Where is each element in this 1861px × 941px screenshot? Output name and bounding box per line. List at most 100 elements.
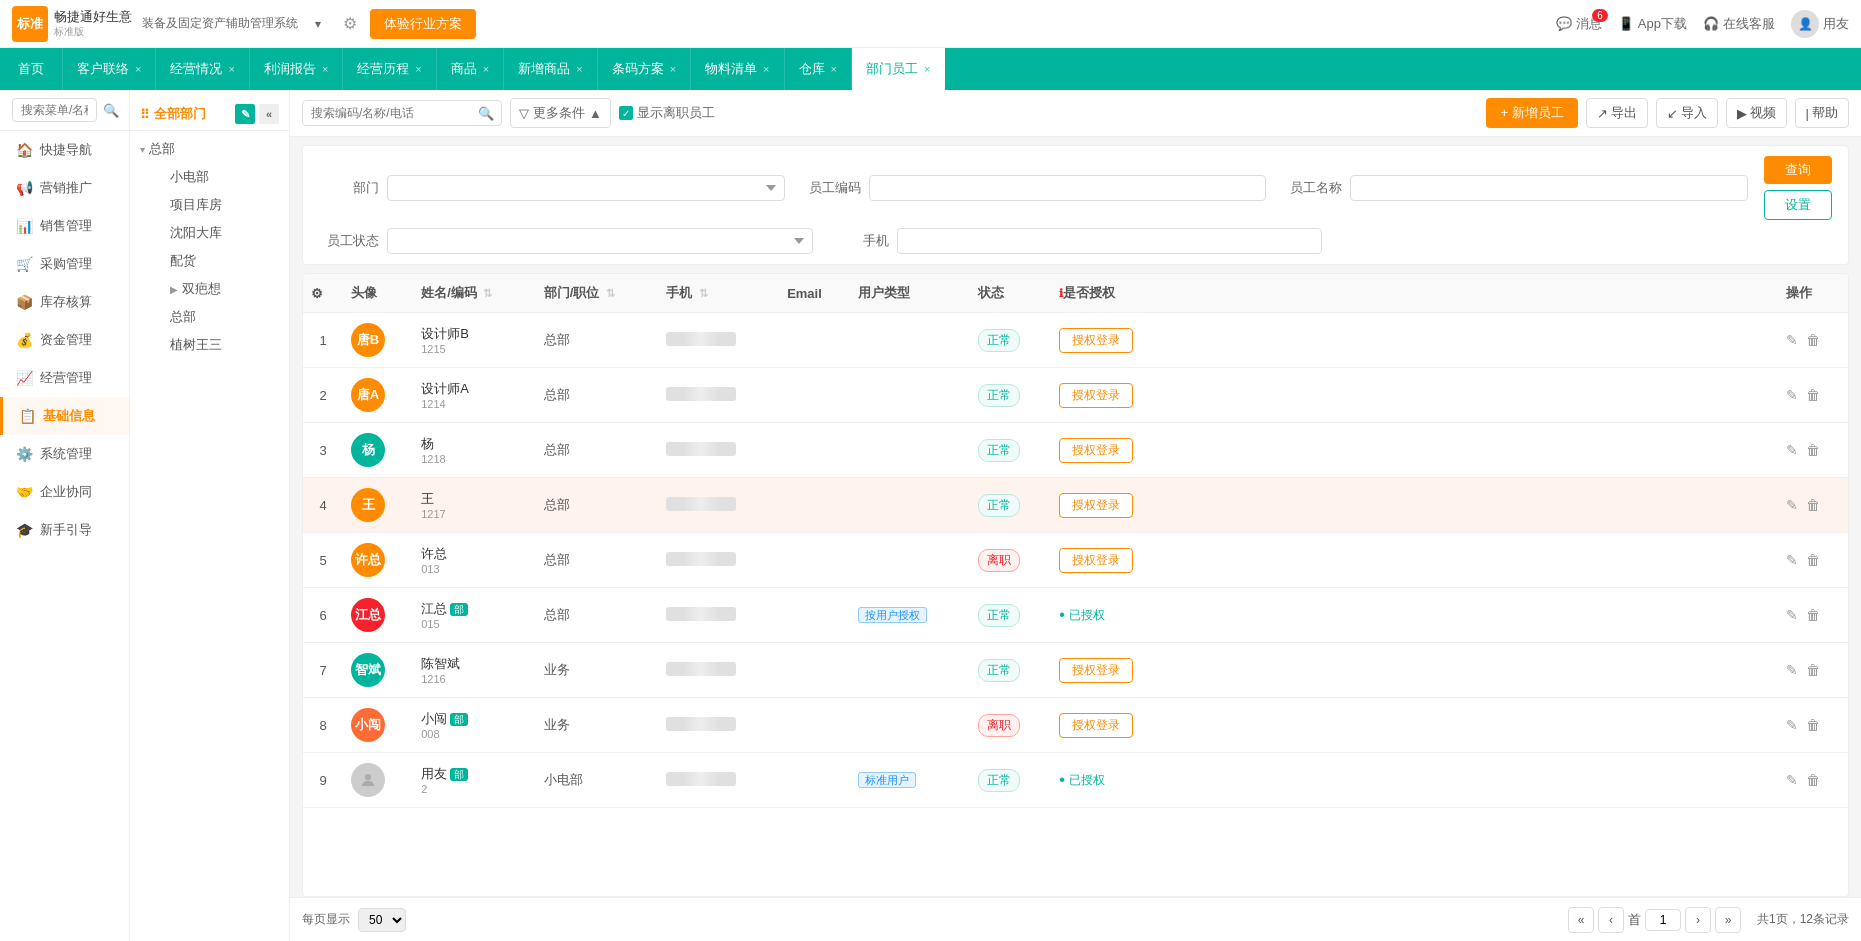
import-button[interactable]: ↙ 导入 xyxy=(1656,98,1718,128)
delete-icon[interactable]: 🗑 xyxy=(1806,607,1820,623)
delete-icon[interactable]: 🗑 xyxy=(1806,772,1820,788)
dropdown-arrow-icon[interactable]: ▾ xyxy=(306,12,330,36)
close-tab-bom[interactable]: × xyxy=(763,63,769,75)
sidebar-item-purchase[interactable]: 🛒 采购管理 xyxy=(0,245,129,283)
dept-node-shenyang[interactable]: 沈阳大库 xyxy=(154,219,289,247)
sidebar-item-system[interactable]: ⚙️ 系统管理 xyxy=(0,435,129,473)
more-filter-btn[interactable]: ▽ 更多条件 ▲ xyxy=(510,98,611,128)
sidebar-item-sales[interactable]: 📊 销售管理 xyxy=(0,207,129,245)
close-tab-customer[interactable]: × xyxy=(135,63,141,75)
close-tab-profit-report[interactable]: × xyxy=(322,63,328,75)
col-settings[interactable]: ⚙ xyxy=(303,274,343,313)
tab-customer[interactable]: 客户联络× xyxy=(63,48,156,90)
sidebar-item-marketing[interactable]: 📢 营销推广 xyxy=(0,169,129,207)
delete-icon[interactable]: 🗑 xyxy=(1806,717,1820,733)
dept-node-project-room[interactable]: 项目库房 xyxy=(154,191,289,219)
sidebar-item-inventory[interactable]: 📦 库存核算 xyxy=(0,283,129,321)
close-tab-dept-staff[interactable]: × xyxy=(924,63,930,75)
close-tab-business-history[interactable]: × xyxy=(415,63,421,75)
edit-icon[interactable]: ✎ xyxy=(1786,387,1798,403)
reset-button[interactable]: 设置 xyxy=(1764,190,1832,220)
sidebar-item-business[interactable]: 📈 经营管理 xyxy=(0,359,129,397)
edit-icon[interactable]: ✎ xyxy=(1786,607,1798,623)
edit-icon[interactable]: ✎ xyxy=(1786,497,1798,513)
show-resign-checkbox[interactable]: ✓ 显示离职员工 xyxy=(619,104,715,122)
tab-profit-report[interactable]: 利润报告× xyxy=(250,48,343,90)
col-dept-position[interactable]: 部门/职位 ⇅ xyxy=(536,274,659,313)
tab-goods[interactable]: 商品× xyxy=(437,48,504,90)
export-button[interactable]: ↗ 导出 xyxy=(1586,98,1648,128)
dept-select[interactable] xyxy=(387,175,785,201)
dept-collapse-icon[interactable]: « xyxy=(259,104,279,124)
tab-home[interactable]: 首页 xyxy=(0,48,63,90)
user-item[interactable]: 👤 用友 xyxy=(1791,10,1849,38)
tab-barcode[interactable]: 条码方案× xyxy=(598,48,691,90)
sidebar-item-basic-info[interactable]: 📋 基础信息 xyxy=(0,397,129,435)
auth-login-button[interactable]: 授权登录 xyxy=(1059,438,1133,463)
phone-input[interactable] xyxy=(897,228,1323,254)
dept-node-plant[interactable]: 植树王三 xyxy=(154,331,289,359)
sidebar-search-input[interactable] xyxy=(12,98,97,122)
query-button[interactable]: 查询 xyxy=(1764,156,1832,184)
delete-icon[interactable]: 🗑 xyxy=(1806,387,1820,403)
auth-login-button[interactable]: 授权登录 xyxy=(1059,658,1133,683)
help-button[interactable]: | 帮助 xyxy=(1795,98,1849,128)
emp-name-input[interactable] xyxy=(1350,175,1748,201)
search-input[interactable] xyxy=(302,100,502,126)
video-button[interactable]: ▶ 视频 xyxy=(1726,98,1787,128)
dept-node-small-elec[interactable]: 小电部 xyxy=(154,163,289,191)
auth-login-button[interactable]: 授权登录 xyxy=(1059,383,1133,408)
edit-icon[interactable]: ✎ xyxy=(1786,772,1798,788)
tab-warehouse[interactable]: 仓库× xyxy=(785,48,852,90)
auth-login-button[interactable]: 授权登录 xyxy=(1059,713,1133,738)
sidebar-search-icon[interactable]: 🔍 xyxy=(103,103,119,118)
tab-business-history[interactable]: 经营历程× xyxy=(343,48,436,90)
add-employee-button[interactable]: + 新增员工 xyxy=(1486,98,1577,128)
delete-icon[interactable]: 🗑 xyxy=(1806,662,1820,678)
sidebar-item-quick-nav[interactable]: 🏠 快捷导航 xyxy=(0,131,129,169)
sidebar-item-guide[interactable]: 🎓 新手引导 xyxy=(0,511,129,549)
col-name-code[interactable]: 姓名/编码 ⇅ xyxy=(413,274,536,313)
emp-code-input[interactable] xyxy=(869,175,1267,201)
next-page-btn[interactable]: › xyxy=(1685,907,1711,933)
edit-icon[interactable]: ✎ xyxy=(1786,717,1798,733)
auth-login-button[interactable]: 授权登录 xyxy=(1059,493,1133,518)
dept-node-distribution[interactable]: 配货 xyxy=(154,247,289,275)
close-tab-business-status[interactable]: × xyxy=(228,63,234,75)
edit-icon[interactable]: ✎ xyxy=(1786,442,1798,458)
auth-login-button[interactable]: 授权登录 xyxy=(1059,548,1133,573)
delete-icon[interactable]: 🗑 xyxy=(1806,497,1820,513)
edit-icon[interactable]: ✎ xyxy=(1786,332,1798,348)
delete-icon[interactable]: 🗑 xyxy=(1806,332,1820,348)
page-number-input[interactable] xyxy=(1645,909,1681,931)
delete-icon[interactable]: 🗑 xyxy=(1806,552,1820,568)
sidebar-item-collab[interactable]: 🤝 企业协同 xyxy=(0,473,129,511)
prev-page-btn[interactable]: ‹ xyxy=(1598,907,1624,933)
page-size-select[interactable]: 50 xyxy=(358,908,406,932)
online-service-item[interactable]: 🎧 在线客服 xyxy=(1703,15,1775,33)
message-item[interactable]: 💬 消息 6 xyxy=(1556,15,1602,33)
app-download-item[interactable]: 📱 App下载 xyxy=(1618,15,1687,33)
tab-new-goods[interactable]: 新增商品× xyxy=(504,48,597,90)
col-phone[interactable]: 手机 ⇅ xyxy=(658,274,779,313)
tab-business-status[interactable]: 经营情况× xyxy=(156,48,249,90)
auth-login-button[interactable]: 授权登录 xyxy=(1059,328,1133,353)
close-tab-warehouse[interactable]: × xyxy=(831,63,837,75)
close-tab-goods[interactable]: × xyxy=(483,63,489,75)
edit-icon[interactable]: ✎ xyxy=(1786,662,1798,678)
tab-bom[interactable]: 物料清单× xyxy=(691,48,784,90)
first-page-btn[interactable]: « xyxy=(1568,907,1594,933)
sidebar-item-finance[interactable]: 💰 资金管理 xyxy=(0,321,129,359)
close-tab-new-goods[interactable]: × xyxy=(576,63,582,75)
trial-button[interactable]: 体验行业方案 xyxy=(370,9,476,39)
delete-icon[interactable]: 🗑 xyxy=(1806,442,1820,458)
last-page-btn[interactable]: » xyxy=(1715,907,1741,933)
close-tab-barcode[interactable]: × xyxy=(670,63,676,75)
tab-dept-staff[interactable]: 部门员工× xyxy=(852,48,945,90)
dept-edit-icon[interactable]: ✎ xyxy=(235,104,255,124)
edit-icon[interactable]: ✎ xyxy=(1786,552,1798,568)
dept-node-double[interactable]: ▶ 双疤想 xyxy=(154,275,289,303)
dept-node-headquarters-parent[interactable]: ▾ 总部 xyxy=(130,135,289,163)
dept-node-hq[interactable]: 总部 xyxy=(154,303,289,331)
settings-icon[interactable]: ⚙ xyxy=(338,12,362,36)
